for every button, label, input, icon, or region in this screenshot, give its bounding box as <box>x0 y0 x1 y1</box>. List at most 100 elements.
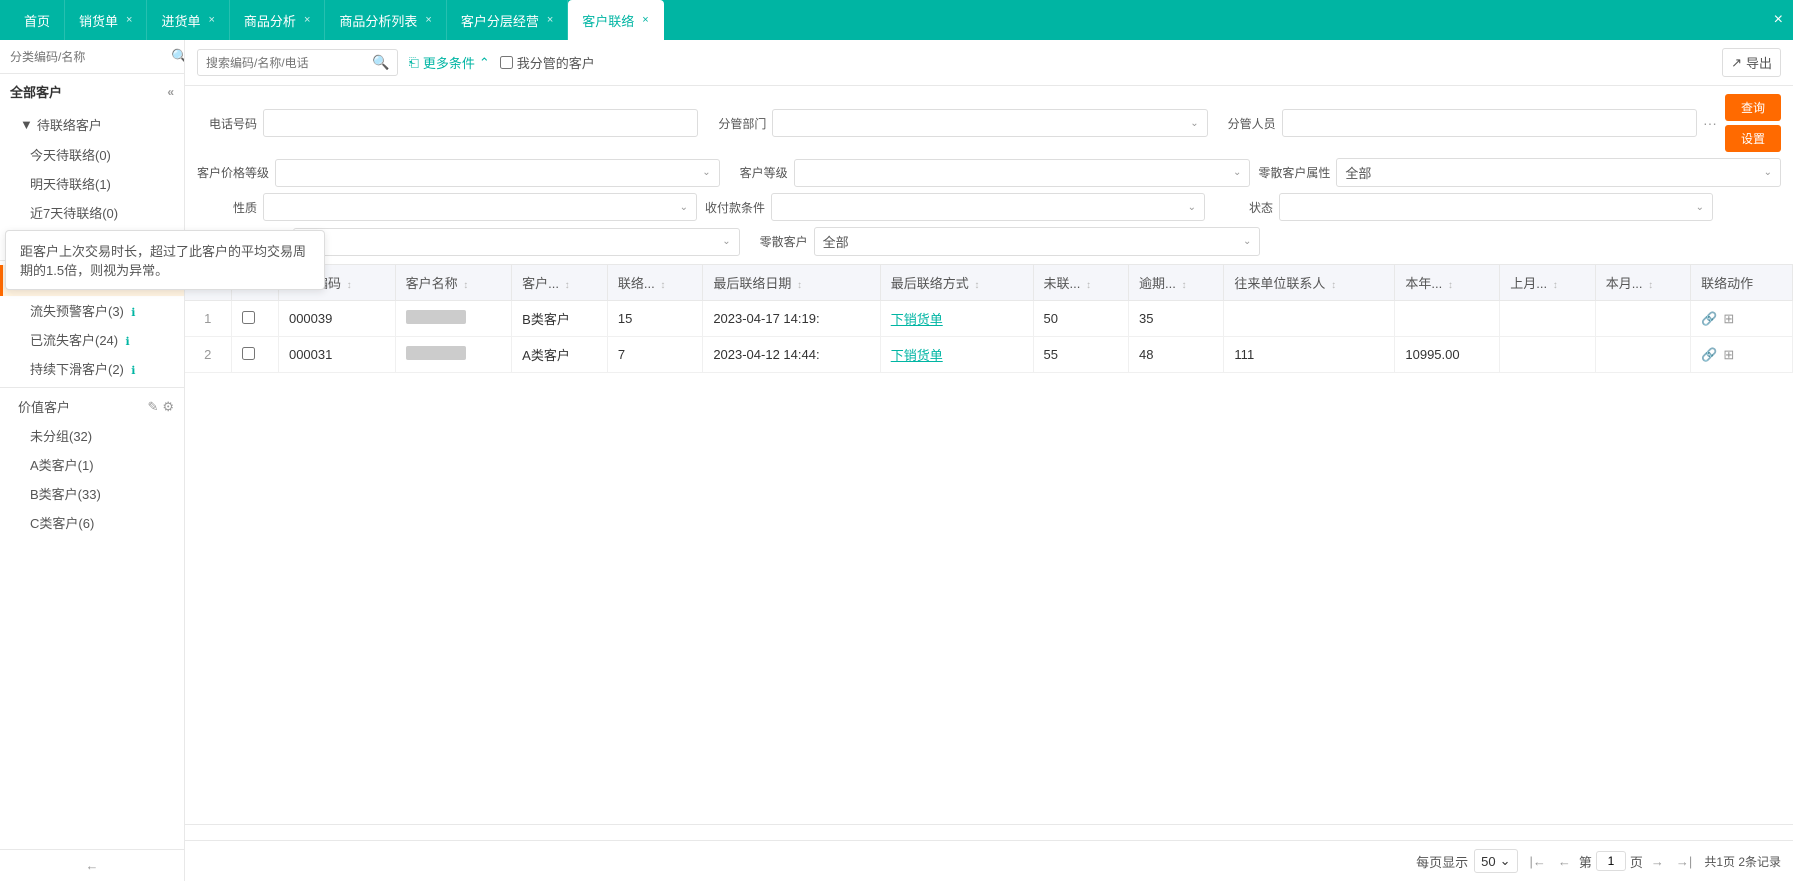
sidebar-item-ungrouped[interactable]: 未分组(32) <box>0 421 184 450</box>
retail-attr-select[interactable]: 全部 ⌄ <box>1336 158 1781 187</box>
th-this-month[interactable]: 本月... ↕ <box>1595 265 1690 301</box>
person-dots-button[interactable]: ··· <box>1703 115 1717 131</box>
sort-icon-year[interactable]: ↕ <box>1448 280 1453 291</box>
th-this-year[interactable]: 本年... ↕ <box>1395 265 1500 301</box>
main-layout: 🔍 全部客户 « ▼ 待联络客户 今天待联络(0) 明天待联络(1) 近7天待联… <box>0 40 1793 881</box>
settings-button[interactable]: 设置 <box>1725 125 1781 152</box>
sort-icon-contact[interactable]: ↕ <box>660 280 665 291</box>
nav-tab-customer-contact-close[interactable]: × <box>642 14 648 26</box>
page-number-input[interactable] <box>1596 851 1626 871</box>
row-2-grid-icon[interactable]: ⊞ <box>1723 347 1734 363</box>
sort-icon-uncontacted[interactable]: ↕ <box>1086 280 1091 291</box>
sidebar-item-today[interactable]: 今天待联络(0) <box>0 140 184 169</box>
nav-tab-product-analysis[interactable]: 商品分析 × <box>230 0 325 40</box>
row-1-checkbox[interactable] <box>242 311 255 324</box>
sidebar-group-pending-contact[interactable]: ▼ 待联络客户 <box>0 109 184 140</box>
sidebar-item-lost-warning[interactable]: 流失预警客户(3) ℹ <box>0 296 184 325</box>
sidebar-item-a-class[interactable]: A类客户(1) <box>0 450 184 479</box>
customer-type-select[interactable]: ⌄ <box>293 228 740 256</box>
triangle-icon: ▼ <box>20 117 33 132</box>
sort-icon-name[interactable]: ↕ <box>463 280 468 291</box>
row-1-grid-icon[interactable]: ⊞ <box>1723 311 1734 327</box>
sidebar-search-input[interactable] <box>10 50 165 64</box>
next-page-button[interactable]: → <box>1647 852 1668 871</box>
sort-icon-overdue[interactable]: ↕ <box>1181 280 1186 291</box>
th-contact-count[interactable]: 联络... ↕ <box>607 265 702 301</box>
sort-icon-person[interactable]: ↕ <box>1331 280 1336 291</box>
row-1-method-link[interactable]: 下销货单 <box>891 312 943 327</box>
sidebar-item-tomorrow[interactable]: 明天待联络(1) <box>0 169 184 198</box>
row-1-link-icon[interactable]: 🔗 <box>1701 311 1717 327</box>
sort-icon-date[interactable]: ↕ <box>797 280 802 291</box>
person-input[interactable] <box>1282 109 1697 137</box>
nav-tab-purchase[interactable]: 进货单 × <box>147 0 229 40</box>
th-customer-type[interactable]: 客户... ↕ <box>512 265 608 301</box>
close-all-tabs-button[interactable]: × <box>1774 11 1783 29</box>
nav-tab-product-list[interactable]: 商品分析列表 × <box>325 0 446 40</box>
already-lost-info-icon[interactable]: ℹ <box>125 336 129 348</box>
nav-tab-sales[interactable]: 销货单 × <box>65 0 147 40</box>
sidebar-item-already-lost[interactable]: 已流失客户(24) ℹ <box>0 325 184 354</box>
th-action-label: 联络动作 <box>1701 276 1753 291</box>
row-2-method-link[interactable]: 下销货单 <box>891 348 943 363</box>
nav-tab-sales-close[interactable]: × <box>126 14 132 26</box>
sort-icon-type[interactable]: ↕ <box>565 280 570 291</box>
all-customers-header[interactable]: 全部客户 « <box>0 74 184 109</box>
declining-info-icon[interactable]: ℹ <box>131 365 135 377</box>
search-button[interactable]: 🔍 <box>372 54 389 71</box>
my-customers-checkbox[interactable] <box>500 56 513 69</box>
nav-tab-customer-contact[interactable]: 客户联络 × <box>568 0 663 40</box>
sort-icon-code[interactable]: ↕ <box>347 280 352 291</box>
retail-customer-select[interactable]: 全部 ⌄ <box>814 227 1261 256</box>
th-customer-name[interactable]: 客户名称 ↕ <box>395 265 512 301</box>
sidebar-search-icon[interactable]: 🔍 <box>171 48 185 65</box>
th-contact-person[interactable]: 往来单位联系人 ↕ <box>1224 265 1395 301</box>
first-page-button[interactable]: |← <box>1526 852 1550 871</box>
nav-tab-product-list-close[interactable]: × <box>425 14 431 26</box>
customer-grade-select[interactable]: ⌄ <box>794 159 1251 187</box>
payment-select[interactable]: ⌄ <box>771 193 1205 221</box>
row-2-link-icon[interactable]: 🔗 <box>1701 347 1717 363</box>
th-uncontacted[interactable]: 未联... ↕ <box>1033 265 1128 301</box>
query-button[interactable]: 查询 <box>1725 94 1781 121</box>
price-grade-select[interactable]: ⌄ <box>275 159 720 187</box>
sort-icon-last-month[interactable]: ↕ <box>1553 280 1558 291</box>
sidebar-item-7days[interactable]: 近7天待联络(0) <box>0 198 184 227</box>
row-2-checkbox[interactable] <box>242 347 255 360</box>
nav-tab-customer-layered[interactable]: 客户分层经营 × <box>447 0 568 40</box>
export-button[interactable]: ↗ 导出 <box>1722 48 1781 77</box>
settings-small-icon[interactable]: ⚙ <box>162 399 174 415</box>
status-select[interactable]: ⌄ <box>1279 193 1713 221</box>
sidebar-item-c-class[interactable]: C类客户(6) <box>0 508 184 537</box>
search-input[interactable] <box>206 56 366 70</box>
bottom-scrollbar[interactable] <box>185 824 1793 840</box>
edit-icon[interactable]: ✎ <box>147 399 158 415</box>
last-page-button[interactable]: →| <box>1672 852 1696 871</box>
sidebar-item-b-class[interactable]: B类客户(33) <box>0 479 184 508</box>
sidebar-item-declining[interactable]: 持续下滑客户(2) ℹ <box>0 354 184 383</box>
nav-tab-purchase-close[interactable]: × <box>208 14 214 26</box>
phone-input[interactable] <box>263 109 698 137</box>
sidebar-value-customers[interactable]: 价值客户 ✎ ⚙ <box>0 392 184 421</box>
more-conditions-button[interactable]: ⎗ 更多条件 ⌃ <box>408 53 489 72</box>
nav-tab-home[interactable]: 首页 <box>10 0 65 40</box>
table-row: 2 000031 A类客户 7 2023-04-12 14:44: 下销货单 5… <box>185 337 1793 373</box>
th-overdue[interactable]: 逾期... ↕ <box>1128 265 1223 301</box>
filter-phone: 电话号码 <box>197 109 698 137</box>
nav-tab-customer-layered-close[interactable]: × <box>547 14 553 26</box>
sidebar-scroll-left[interactable]: ← <box>0 854 184 877</box>
sort-icon-method[interactable]: ↕ <box>974 280 979 291</box>
per-page-select[interactable]: 50 ⌄ <box>1474 849 1517 873</box>
lost-warning-info-icon[interactable]: ℹ <box>131 307 135 319</box>
th-last-contact-date[interactable]: 最后联络日期 ↕ <box>703 265 880 301</box>
nav-tab-sales-label: 销货单 <box>79 11 118 30</box>
gender-select[interactable]: ⌄ <box>263 193 697 221</box>
sort-icon-this-month[interactable]: ↕ <box>1648 280 1653 291</box>
prev-page-button[interactable]: ← <box>1554 852 1575 871</box>
dept-select[interactable]: ⌄ <box>772 109 1207 137</box>
th-last-month[interactable]: 上月... ↕ <box>1500 265 1595 301</box>
filter-row-1: 电话号码 分管部门 ⌄ 分管人员 ··· 查询 设置 <box>197 94 1781 152</box>
th-last-contact-method[interactable]: 最后联络方式 ↕ <box>880 265 1033 301</box>
nav-tab-product-analysis-close[interactable]: × <box>304 14 310 26</box>
th-contact-count-label: 联络... <box>618 276 655 291</box>
